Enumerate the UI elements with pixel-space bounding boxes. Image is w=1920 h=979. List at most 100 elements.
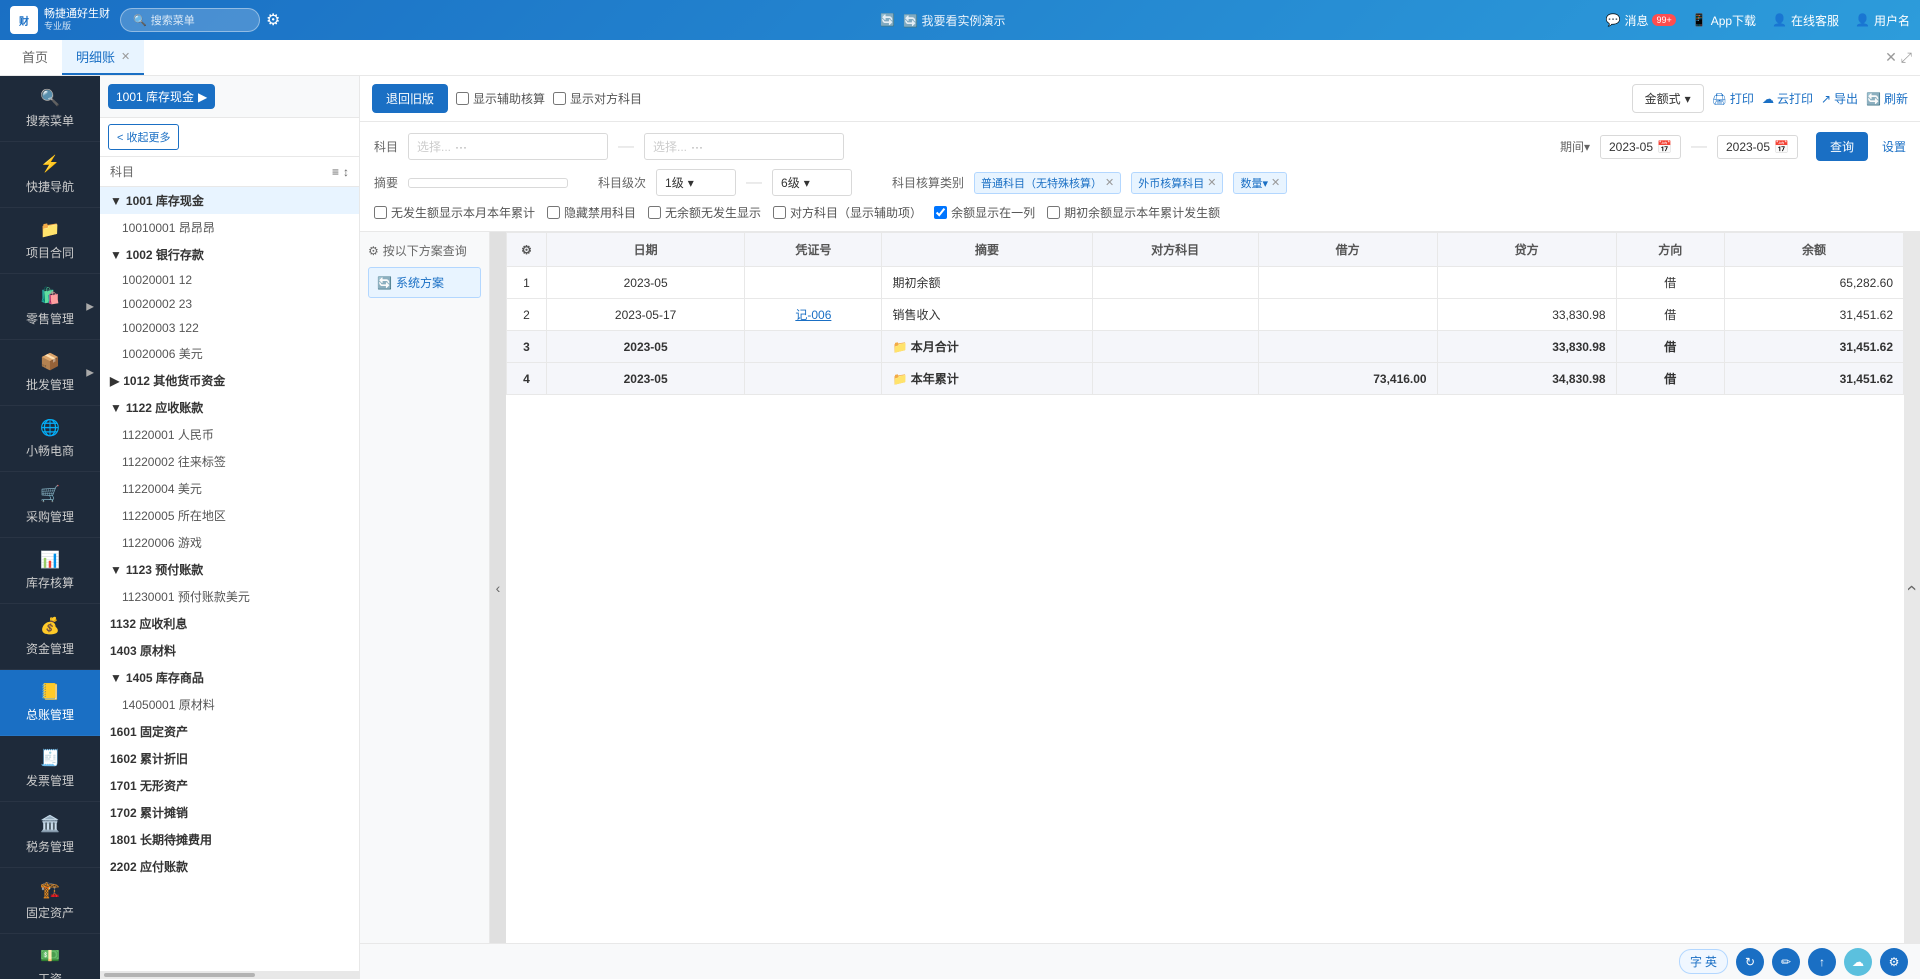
notification-btn[interactable]: 💬 消息 99+ (1606, 12, 1676, 29)
sidebar-item-invoice[interactable]: 🧾 发票管理 (0, 736, 100, 802)
tag-close-icon-3[interactable]: ✕ (1271, 176, 1280, 189)
sidebar-item-search[interactable]: 🔍 搜索菜单 (0, 76, 100, 142)
balance-one-col-checkbox[interactable] (934, 206, 947, 219)
tree-item-1123[interactable]: ▼ 1123 预付账款 (100, 556, 359, 583)
lang-switch-btn[interactable]: 字 英 (1679, 949, 1728, 974)
tab-home[interactable]: 首页 (8, 40, 62, 75)
tag-quantity[interactable]: 数量▾ ✕ (1233, 172, 1287, 194)
back-old-version-btn[interactable]: 退回旧版 (372, 84, 448, 113)
no-amount-checkbox[interactable] (374, 206, 387, 219)
top-search-box[interactable]: 🔍 搜索菜单 (120, 8, 260, 32)
tree-item-1403[interactable]: 1403 原材料 (100, 637, 359, 664)
print-btn[interactable]: 🖨 打印 (1712, 90, 1754, 107)
tree-item-11220001[interactable]: 11220001 人民币 (100, 421, 359, 448)
col-settings[interactable]: ⚙ (507, 233, 547, 267)
hide-disabled-checkbox[interactable] (547, 206, 560, 219)
lang-icon: 字 (1690, 953, 1702, 970)
cloud-print-btn[interactable]: ☁ 云打印 (1762, 90, 1813, 107)
tree-list-icon[interactable]: ≡ (332, 165, 339, 179)
cloud-circle-btn[interactable]: ☁ (1844, 948, 1872, 976)
account-tree: ▼ 1001 库存现金 10010001 昂昂昂 ▼ 1002 银行存款 100… (100, 187, 359, 971)
tree-item-11220004[interactable]: 11220004 美元 (100, 475, 359, 502)
tag-close-icon-2[interactable]: ✕ (1207, 176, 1216, 189)
tab-ledger[interactable]: 明细账 ✕ (62, 40, 144, 75)
sidebar-item-ecommerce[interactable]: 🌐 小畅电商 (0, 406, 100, 472)
tree-item-11220005[interactable]: 11220005 所在地区 (100, 502, 359, 529)
tree-item-2202[interactable]: 2202 应付账款 (100, 853, 359, 880)
tree-item-11230001[interactable]: 11230001 预付账款美元 (100, 583, 359, 610)
tree-item-11220006[interactable]: 11220006 游戏 (100, 529, 359, 556)
level-to-select[interactable]: 6级 ▾ (772, 169, 852, 196)
settings-circle-btn[interactable]: ⚙ (1880, 948, 1908, 976)
amount-format-btn[interactable]: 金额式 ▾ (1632, 84, 1704, 113)
export-btn[interactable]: ↗ 导出 (1821, 90, 1858, 107)
upload-circle-btn[interactable]: ↑ (1808, 948, 1836, 976)
tree-item-1801[interactable]: 1801 长期待摊费用 (100, 826, 359, 853)
sidebar-item-inventory[interactable]: 📊 库存核算 (0, 538, 100, 604)
tree-item-1405[interactable]: ▼ 1405 库存商品 (100, 664, 359, 691)
edit-circle-btn[interactable]: ✏ (1772, 948, 1800, 976)
account-filter-input[interactable]: 选择... ··· (408, 133, 608, 160)
show-contra-checkbox[interactable] (553, 92, 566, 105)
tree-item-10020002[interactable]: 10020002 23 (100, 292, 359, 316)
refresh-circle-btn[interactable]: ↻ (1736, 948, 1764, 976)
tree-item-10020001[interactable]: 10020001 12 (100, 268, 359, 292)
contra-show-checkbox[interactable] (773, 206, 786, 219)
window-expand-btn[interactable]: ⤢ (1901, 49, 1912, 66)
tag-close-icon-1[interactable]: ✕ (1105, 176, 1114, 189)
sidebar-item-assets[interactable]: 🏗️ 固定资产 (0, 868, 100, 934)
tree-item-1001[interactable]: ▼ 1001 库存现金 (100, 187, 359, 214)
period-to-input[interactable]: 2023-05 📅 (1717, 135, 1798, 159)
tree-item-1701[interactable]: 1701 无形资产 (100, 772, 359, 799)
opening-balance-checkbox[interactable] (1047, 206, 1060, 219)
sidebar-item-wholesale[interactable]: 📦 批发管理 ▶ (0, 340, 100, 406)
panel-collapse-btn[interactable]: ‹ (490, 232, 506, 943)
tab-close-icon[interactable]: ✕ (121, 50, 130, 63)
show-assist-checkbox[interactable] (456, 92, 469, 105)
tree-expand-icon[interactable]: ↕ (343, 165, 349, 179)
no-balance-checkbox[interactable] (648, 206, 661, 219)
user-avatar[interactable]: 👤 用户名 (1855, 12, 1910, 29)
system-scheme-item[interactable]: 🔄 系统方案 (368, 267, 481, 298)
query-btn[interactable]: 查询 (1816, 132, 1868, 161)
window-close-btn[interactable]: ✕ (1885, 49, 1897, 66)
tree-item-10020006[interactable]: 10020006 美元 (100, 340, 359, 367)
sidebar-item-capital[interactable]: 💰 资金管理 (0, 604, 100, 670)
sidebar-item-purchase[interactable]: 🛒 采购管理 (0, 472, 100, 538)
sidebar-item-ledger[interactable]: 📒 总账管理 (0, 670, 100, 736)
selected-account-badge[interactable]: 1001 库存现金 ▶ (108, 84, 215, 109)
demo-link[interactable]: 🔄 🔄 我要看实例演示 (880, 12, 1005, 29)
side-expand-btn[interactable]: ‹ (1904, 232, 1920, 943)
period-from-input[interactable]: 2023-05 📅 (1600, 135, 1681, 159)
separator-1: — (618, 138, 634, 156)
tree-item-1601[interactable]: 1601 固定资产 (100, 718, 359, 745)
tree-item-1702[interactable]: 1702 累计摊销 (100, 799, 359, 826)
collapse-more-btn[interactable]: < 收起更多 (108, 124, 179, 150)
level-from-select[interactable]: 1级 ▾ (656, 169, 736, 196)
tree-item-1602[interactable]: 1602 累计折旧 (100, 745, 359, 772)
sidebar-item-retail[interactable]: 🛍️ 零售管理 ▶ (0, 274, 100, 340)
refresh-btn[interactable]: 🔄 刷新 (1866, 90, 1908, 107)
tree-item-1012[interactable]: ▶ 1012 其他货币资金 (100, 367, 359, 394)
tree-item-14050001[interactable]: 14050001 原材料 (100, 691, 359, 718)
sidebar-item-tax[interactable]: 🏛️ 税务管理 (0, 802, 100, 868)
sidebar-item-quick-nav[interactable]: ⚡ 快捷导航 (0, 142, 100, 208)
tree-item-10020003[interactable]: 10020003 122 (100, 316, 359, 340)
app-download-btn[interactable]: 📱 App下载 (1692, 12, 1756, 29)
tag-foreign-currency[interactable]: 外币核算科目 ✕ (1131, 172, 1223, 194)
tree-item-1122[interactable]: ▼ 1122 应收账款 (100, 394, 359, 421)
tree-item-11220002[interactable]: 11220002 往来标签 (100, 448, 359, 475)
tree-item-1002[interactable]: ▼ 1002 银行存款 (100, 241, 359, 268)
tree-item-1132[interactable]: 1132 应收利息 (100, 610, 359, 637)
tree-item-10010001[interactable]: 10010001 昂昂昂 (100, 214, 359, 241)
account-filter-input-to[interactable]: 选择... ··· (644, 133, 844, 160)
tree-scroll-bar[interactable] (100, 971, 359, 979)
settings-icon[interactable]: ⚙ (266, 10, 280, 30)
tag-normal-account[interactable]: 普通科目（无特殊核算） ✕ (974, 172, 1121, 194)
voucher-link[interactable]: 记-006 (795, 308, 831, 322)
sidebar-item-project[interactable]: 📁 项目合同 (0, 208, 100, 274)
sidebar-item-salary[interactable]: 💵 工资 (0, 934, 100, 979)
summary-input[interactable] (408, 178, 568, 188)
online-service-btn[interactable]: 👤 在线客服 (1772, 12, 1839, 29)
settings-btn[interactable]: 设置 (1882, 138, 1906, 155)
